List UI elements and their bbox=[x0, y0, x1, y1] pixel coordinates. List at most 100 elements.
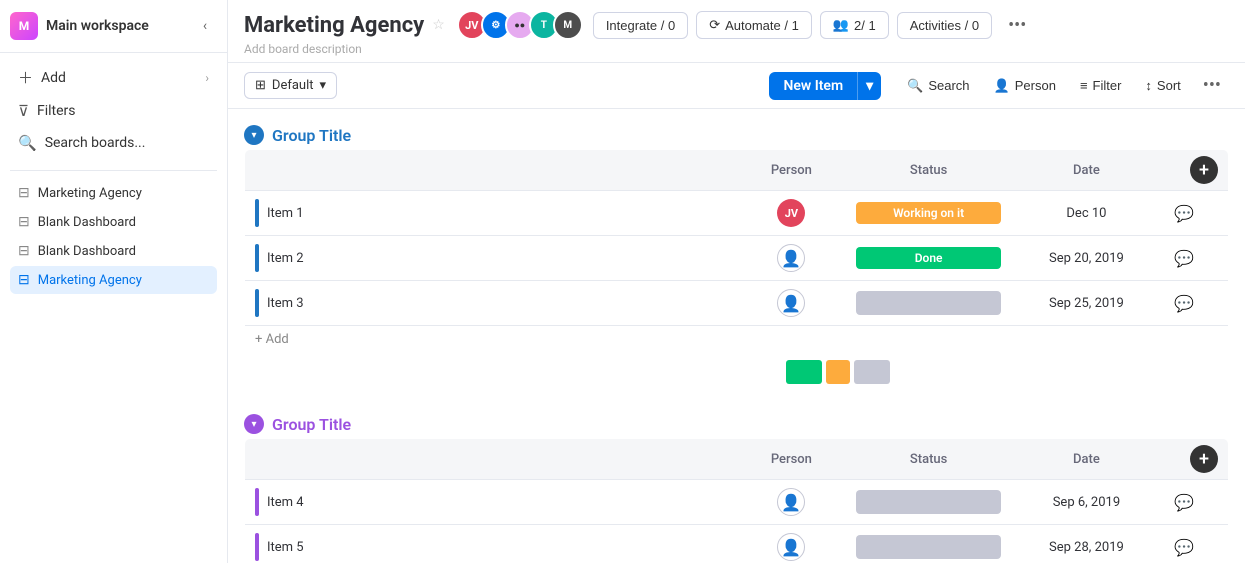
toolbar-right: 🔍 Search 👤 Person ≡ Filter ↕ Sort ••• bbox=[897, 71, 1229, 100]
chat-icon[interactable]: 💬 bbox=[1172, 490, 1196, 514]
search-boards-button[interactable]: 🔍 Search boards... bbox=[10, 128, 217, 158]
add-button[interactable]: ＋ Add › bbox=[10, 61, 217, 94]
search-icon: 🔍 bbox=[907, 78, 923, 94]
add-item-row: + Add bbox=[245, 326, 1229, 354]
members-label: 2/ 1 bbox=[854, 18, 876, 33]
workspace-avatar: M bbox=[10, 12, 38, 40]
board-description[interactable]: Add board description bbox=[244, 42, 1229, 62]
sidebar-item-blank-dashboard-2[interactable]: ⊟ Blank Dashboard bbox=[10, 237, 217, 265]
filters-label: Filters bbox=[37, 103, 76, 119]
person-cell[interactable]: JV bbox=[737, 191, 847, 236]
avatar-dark: M bbox=[553, 10, 583, 40]
add-column-button[interactable]: + bbox=[1190, 156, 1218, 184]
person-cell[interactable]: 👤 bbox=[737, 480, 847, 525]
date-cell[interactable]: Sep 28, 2019 bbox=[1011, 525, 1162, 563]
add-item-cell[interactable]: + Add bbox=[245, 326, 1229, 354]
filter-icon: ≡ bbox=[1080, 78, 1088, 93]
filter-icon: ⊽ bbox=[18, 102, 29, 120]
status-badge bbox=[856, 535, 1001, 559]
sort-label: Sort bbox=[1157, 78, 1181, 93]
col-name-header bbox=[245, 150, 737, 191]
col-status-header: Status bbox=[846, 150, 1011, 191]
person-cell[interactable]: 👤 bbox=[737, 236, 847, 281]
date-text: Sep 20, 2019 bbox=[1049, 251, 1124, 266]
new-item-caret[interactable]: ▾ bbox=[857, 72, 881, 100]
date-cell[interactable]: Sep 25, 2019 bbox=[1011, 281, 1162, 326]
group-1-title: Group Title bbox=[272, 126, 351, 145]
filter-button[interactable]: ≡ Filter bbox=[1070, 73, 1131, 98]
status-cell[interactable] bbox=[846, 480, 1011, 525]
avatar-empty: 👤 bbox=[777, 533, 805, 561]
new-item-button[interactable]: New Item ▾ bbox=[769, 72, 881, 100]
sidebar-divider bbox=[10, 170, 217, 171]
table-row: Item 5 👤 Sep 28, 2019 bbox=[245, 525, 1229, 563]
chat-icon[interactable]: 💬 bbox=[1172, 201, 1196, 225]
sort-button[interactable]: ↕ Sort bbox=[1135, 73, 1190, 98]
chat-icon[interactable]: 💬 bbox=[1172, 535, 1196, 559]
date-cell[interactable]: Sep 20, 2019 bbox=[1011, 236, 1162, 281]
plus-icon: ＋ bbox=[18, 67, 33, 88]
sidebar-actions: ＋ Add › ⊽ Filters 🔍 Search boards... bbox=[0, 53, 227, 166]
filters-button[interactable]: ⊽ Filters bbox=[10, 96, 217, 126]
row-action-cell: 💬 bbox=[1162, 480, 1229, 525]
status-cell[interactable] bbox=[846, 281, 1011, 326]
activities-button[interactable]: Activities / 0 bbox=[897, 12, 992, 39]
sidebar-item-marketing-agency-2[interactable]: ⊟ Marketing Agency bbox=[10, 266, 217, 294]
search-placeholder: Search boards... bbox=[45, 135, 146, 151]
col-person-header: Person bbox=[737, 439, 847, 480]
add-label: Add bbox=[41, 70, 66, 86]
automate-button[interactable]: ⟳ Automate / 1 bbox=[696, 11, 812, 39]
col-status-header: Status bbox=[846, 439, 1011, 480]
star-icon[interactable]: ☆ bbox=[432, 17, 445, 33]
chat-icon[interactable]: 💬 bbox=[1172, 246, 1196, 270]
col-header-row: Person Status Date + bbox=[245, 150, 1229, 191]
summary-done bbox=[786, 360, 822, 384]
person-cell[interactable]: 👤 bbox=[737, 281, 847, 326]
date-text: Sep 6, 2019 bbox=[1053, 495, 1120, 510]
col-date-header: Date bbox=[1011, 150, 1162, 191]
item-name-text: Item 5 bbox=[267, 540, 304, 555]
view-selector[interactable]: ⊞ Default ▾ bbox=[244, 72, 337, 99]
status-cell[interactable]: Working on it bbox=[846, 191, 1011, 236]
item-name-cell: Item 5 bbox=[245, 525, 737, 563]
group-2-toggle[interactable]: ▾ bbox=[244, 414, 264, 434]
board-header-top: Marketing Agency ☆ JV ⚙ ●● T M Integrate… bbox=[244, 10, 1229, 40]
sidebar-item-marketing-agency-1[interactable]: ⊟ Marketing Agency bbox=[10, 179, 217, 207]
topbar-actions: Integrate / 0 ⟳ Automate / 1 👥 2/ 1 Acti… bbox=[593, 11, 1034, 40]
status-cell[interactable]: Done bbox=[846, 236, 1011, 281]
members-button[interactable]: 👥 2/ 1 bbox=[820, 11, 889, 39]
toolbar-more-button[interactable]: ••• bbox=[1195, 71, 1229, 100]
col-add-header: + bbox=[1162, 439, 1229, 480]
row-indicator bbox=[255, 244, 259, 272]
more-options-button[interactable]: ••• bbox=[1000, 11, 1034, 40]
table-row: Item 3 👤 Sep 25, 2019 bbox=[245, 281, 1229, 326]
members-icon: 👥 bbox=[833, 17, 849, 33]
summary-empty bbox=[854, 360, 890, 384]
item-name-cell: Item 3 bbox=[245, 281, 737, 326]
date-text: Sep 25, 2019 bbox=[1049, 296, 1124, 311]
group-1-toggle[interactable]: ▾ bbox=[244, 125, 264, 145]
group-1-header: ▾ Group Title bbox=[244, 125, 1229, 145]
date-text: Sep 28, 2019 bbox=[1049, 540, 1124, 555]
avatar-empty: 👤 bbox=[777, 488, 805, 516]
integrate-button[interactable]: Integrate / 0 bbox=[593, 12, 688, 39]
avatar-empty: 👤 bbox=[777, 289, 805, 317]
sidebar-item-blank-dashboard-1[interactable]: ⊟ Blank Dashboard bbox=[10, 208, 217, 236]
date-cell[interactable]: Sep 6, 2019 bbox=[1011, 480, 1162, 525]
item-name-text: Item 4 bbox=[267, 495, 304, 510]
sidebar-nav: ⊟ Marketing Agency ⊟ Blank Dashboard ⊟ B… bbox=[0, 175, 227, 298]
person-cell[interactable]: 👤 bbox=[737, 525, 847, 563]
integrate-label: Integrate / 0 bbox=[606, 18, 675, 33]
add-column-button-2[interactable]: + bbox=[1190, 445, 1218, 473]
avatar-group: JV ⚙ ●● T M bbox=[457, 10, 577, 40]
search-button[interactable]: 🔍 Search bbox=[897, 73, 979, 99]
status-cell[interactable] bbox=[846, 525, 1011, 563]
person-filter-button[interactable]: 👤 Person bbox=[984, 73, 1066, 99]
workspace-name: Main workspace bbox=[46, 18, 193, 34]
new-item-label: New Item bbox=[769, 72, 857, 100]
item-name-cell: Item 1 bbox=[245, 191, 737, 236]
date-cell[interactable]: Dec 10 bbox=[1011, 191, 1162, 236]
item-name-text: Item 2 bbox=[267, 251, 304, 266]
collapse-sidebar-button[interactable]: ‹ bbox=[193, 14, 217, 38]
chat-icon[interactable]: 💬 bbox=[1172, 291, 1196, 315]
